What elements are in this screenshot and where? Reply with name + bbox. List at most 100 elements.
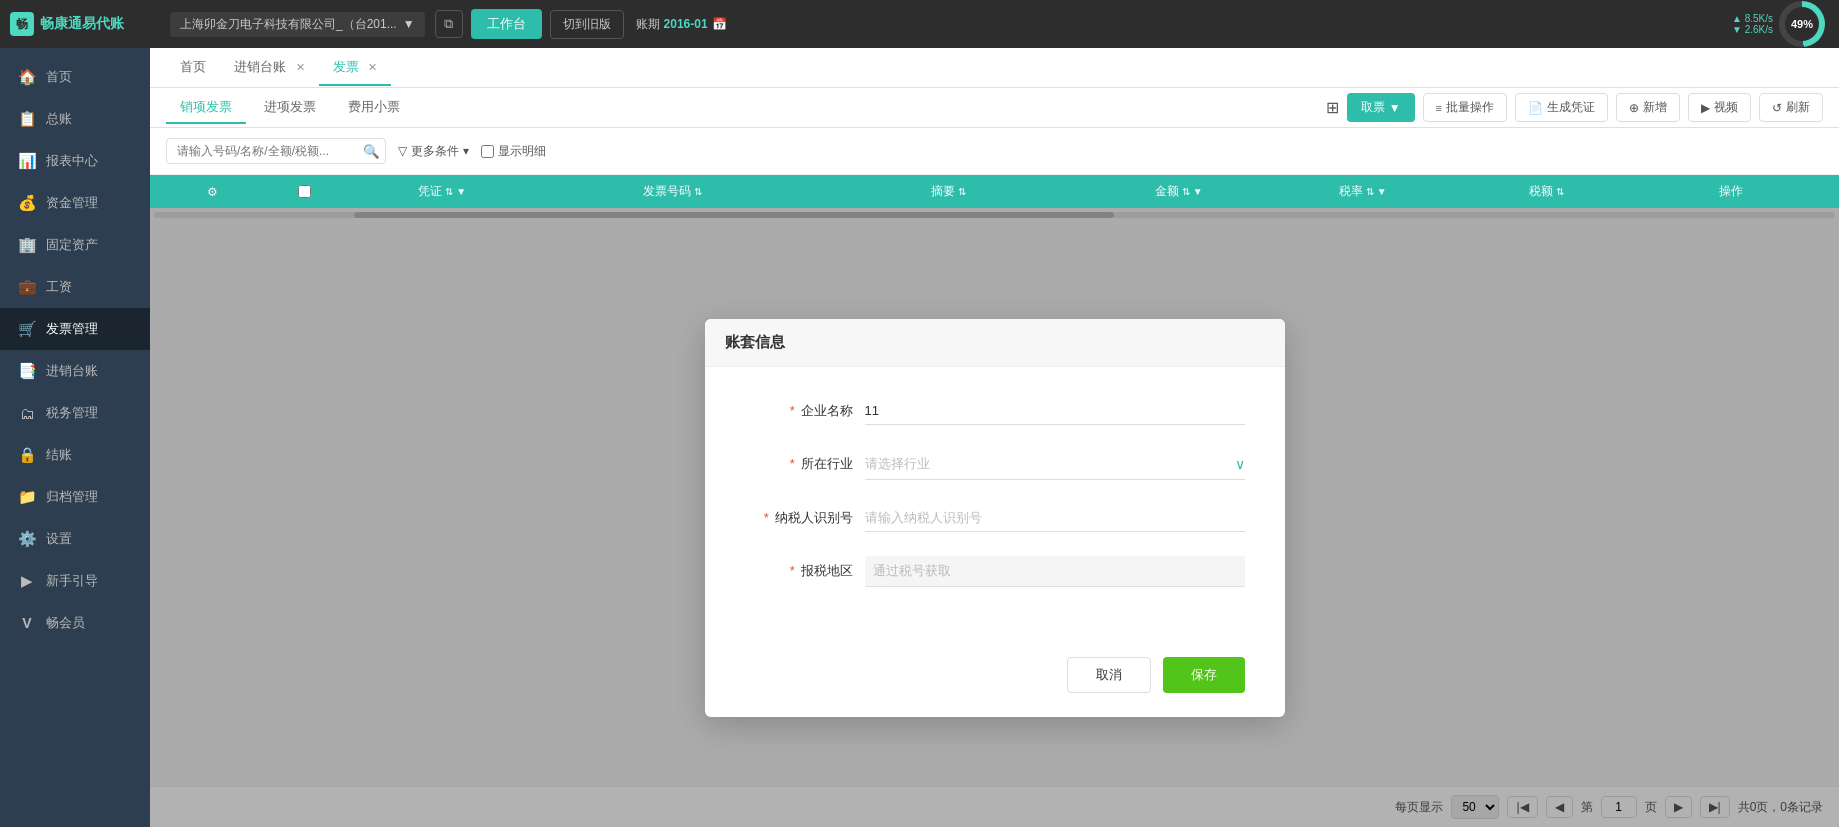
filter-bar: 🔍 ▽ 更多条件 ▾ 显示明细 [150,128,1839,175]
sidebar-item-guide[interactable]: ▶ 新手引导 [0,560,150,602]
industry-select[interactable]: 请选择行业 ∨ [865,449,1245,480]
th-checkbox [258,185,350,198]
voucher-icon: 📄 [1528,101,1543,115]
generate-voucher-button[interactable]: 📄 生成凭证 [1515,93,1608,122]
sub-tab-bar: 销项发票 进项发票 费用小票 ⊞ 取票 ▼ ≡ 批量操作 [150,88,1839,128]
member-icon: V [18,615,36,631]
select-all-checkbox[interactable] [298,185,311,198]
industry-label: * 所在行业 [745,455,865,473]
required-star: * [790,403,795,418]
percent-ring: 49% [1779,1,1825,47]
tab-invoice[interactable]: 发票 ✕ [319,50,392,86]
add-button[interactable]: ⊕ 新增 [1616,93,1680,122]
top-header: 畅 畅康通易代账 上海卯金刀电子科技有限公司_（台201... ▼ ⧉ 工作台 … [0,0,1839,48]
sidebar: 🏠 首页 📋 总账 📊 报表中心 💰 资金管理 🏢 固定资产 💼 工资 🛒 发票… [0,48,150,827]
closing-icon: 🔒 [18,446,36,464]
tax-region-label: * 报税地区 [745,562,865,580]
search-wrap: 🔍 [166,138,386,164]
amount-filter-icon[interactable]: ▼ [1193,186,1203,197]
sidebar-item-settings[interactable]: ⚙️ 设置 [0,518,150,560]
assets-icon: 🏢 [18,236,36,254]
sidebar-item-purchase[interactable]: 📑 进销台账 [0,350,150,392]
more-conditions-button[interactable]: ▽ 更多条件 ▾ [398,143,469,160]
sidebar-item-assets[interactable]: 🏢 固定资产 [0,224,150,266]
video-button[interactable]: ▶ 视频 [1688,93,1751,122]
th-voucher: 凭证 ⇅ ▼ [350,183,534,200]
company-name-label: * 企业名称 [745,402,865,420]
voucher-sort-icon[interactable]: ⇅ [445,186,453,197]
th-summary: 摘要 ⇅ [810,183,1086,200]
copy-icon[interactable]: ⧉ [435,10,463,38]
search-input[interactable] [166,138,386,164]
account-period: 账期 2016-01 📅 [636,16,727,33]
refresh-icon: ↺ [1772,101,1782,115]
th-tax-rate: 税率 ⇅ ▼ [1271,183,1455,200]
main-content: 账套信息 * 企业名称 * 所在行 [150,208,1839,827]
show-details-checkbox[interactable]: 显示明细 [481,143,546,160]
batch-ops-button[interactable]: ≡ 批量操作 [1423,93,1507,122]
dropdown-icon: ▼ [403,17,415,31]
amount-sort-icon[interactable]: ⇅ [1182,186,1190,197]
tab-close-invoice[interactable]: ✕ [368,61,377,73]
refresh-button[interactable]: ↺ 刷新 [1759,93,1823,122]
sidebar-item-archive[interactable]: 📁 归档管理 [0,476,150,518]
search-button[interactable]: 🔍 [363,144,380,159]
sidebar-item-invoice[interactable]: 🛒 发票管理 [0,308,150,350]
capital-icon: 💰 [18,194,36,212]
tab-purchase[interactable]: 进销台账 ✕ [220,50,319,86]
sidebar-item-member[interactable]: V 畅会员 [0,602,150,644]
tax-sort-icon[interactable]: ⇅ [1556,186,1564,197]
tab-close-purchase[interactable]: ✕ [296,61,305,73]
industry-dropdown-icon: ∨ [1235,456,1245,472]
th-tax: 税额 ⇅ [1455,183,1639,200]
company-name-input[interactable] [865,397,1245,425]
sidebar-item-label: 畅会员 [46,614,85,632]
calendar-icon[interactable]: 📅 [712,17,727,31]
dialog-footer: 取消 保存 [705,641,1285,717]
sidebar-item-report[interactable]: 📊 报表中心 [0,140,150,182]
sidebar-item-home[interactable]: 🏠 首页 [0,56,150,98]
account-info-dialog: 账套信息 * 企业名称 * 所在行 [705,319,1285,717]
tax-rate-sort-icon[interactable]: ⇅ [1366,186,1374,197]
filter-icon: ▽ [398,144,407,158]
show-details-input[interactable] [481,145,494,158]
column-settings-icon[interactable]: ⚙ [207,185,218,199]
sidebar-item-label: 固定资产 [46,236,98,254]
required-star: * [764,510,769,525]
form-row-company: * 企业名称 [745,397,1245,425]
form-row-tax-id: * 纳税人识别号 [745,504,1245,532]
invoice-sort-icon[interactable]: ⇅ [694,186,702,197]
sidebar-item-closing[interactable]: 🔒 结账 [0,434,150,476]
summary-sort-icon[interactable]: ⇅ [958,186,966,197]
sub-tab-purchase[interactable]: 进项发票 [250,92,330,124]
required-star: * [790,456,795,471]
th-amount: 金额 ⇅ ▼ [1087,183,1271,200]
fetch-ticket-button[interactable]: 取票 ▼ [1347,93,1415,122]
content-area: 首页 进销台账 ✕ 发票 ✕ 销项发票 进项发票 费用小票 [150,48,1839,827]
sidebar-item-label: 进销台账 [46,362,98,380]
sidebar-item-tax[interactable]: 🗂 税务管理 [0,392,150,434]
save-button[interactable]: 保存 [1163,657,1245,693]
tax-rate-filter-icon[interactable]: ▼ [1377,186,1387,197]
main-layout: 🏠 首页 📋 总账 📊 报表中心 💰 资金管理 🏢 固定资产 💼 工资 🛒 发票… [0,48,1839,827]
tax-id-input[interactable] [865,504,1245,532]
voucher-filter-icon[interactable]: ▼ [456,186,466,197]
sidebar-item-ledger[interactable]: 📋 总账 [0,98,150,140]
sub-tab-sales[interactable]: 销项发票 [166,92,246,124]
logo-icon: 畅 [10,12,34,36]
sidebar-item-label: 工资 [46,278,72,296]
guide-icon: ▶ [18,572,36,590]
grid-view-icon[interactable]: ⊞ [1326,98,1339,117]
tab-home[interactable]: 首页 [166,50,220,86]
cancel-button[interactable]: 取消 [1067,657,1151,693]
sidebar-item-payroll[interactable]: 💼 工资 [0,266,150,308]
sidebar-item-label: 资金管理 [46,194,98,212]
workbench-button[interactable]: 工作台 [471,9,542,39]
company-selector[interactable]: 上海卯金刀电子科技有限公司_（台201... ▼ [170,12,425,37]
th-action: 操作 [1639,183,1823,200]
old-version-button[interactable]: 切到旧版 [550,10,624,39]
sidebar-item-capital[interactable]: 💰 资金管理 [0,182,150,224]
home-icon: 🏠 [18,68,36,86]
company-name: 上海卯金刀电子科技有限公司_（台201... [180,16,397,33]
sub-tab-expense[interactable]: 费用小票 [334,92,414,124]
